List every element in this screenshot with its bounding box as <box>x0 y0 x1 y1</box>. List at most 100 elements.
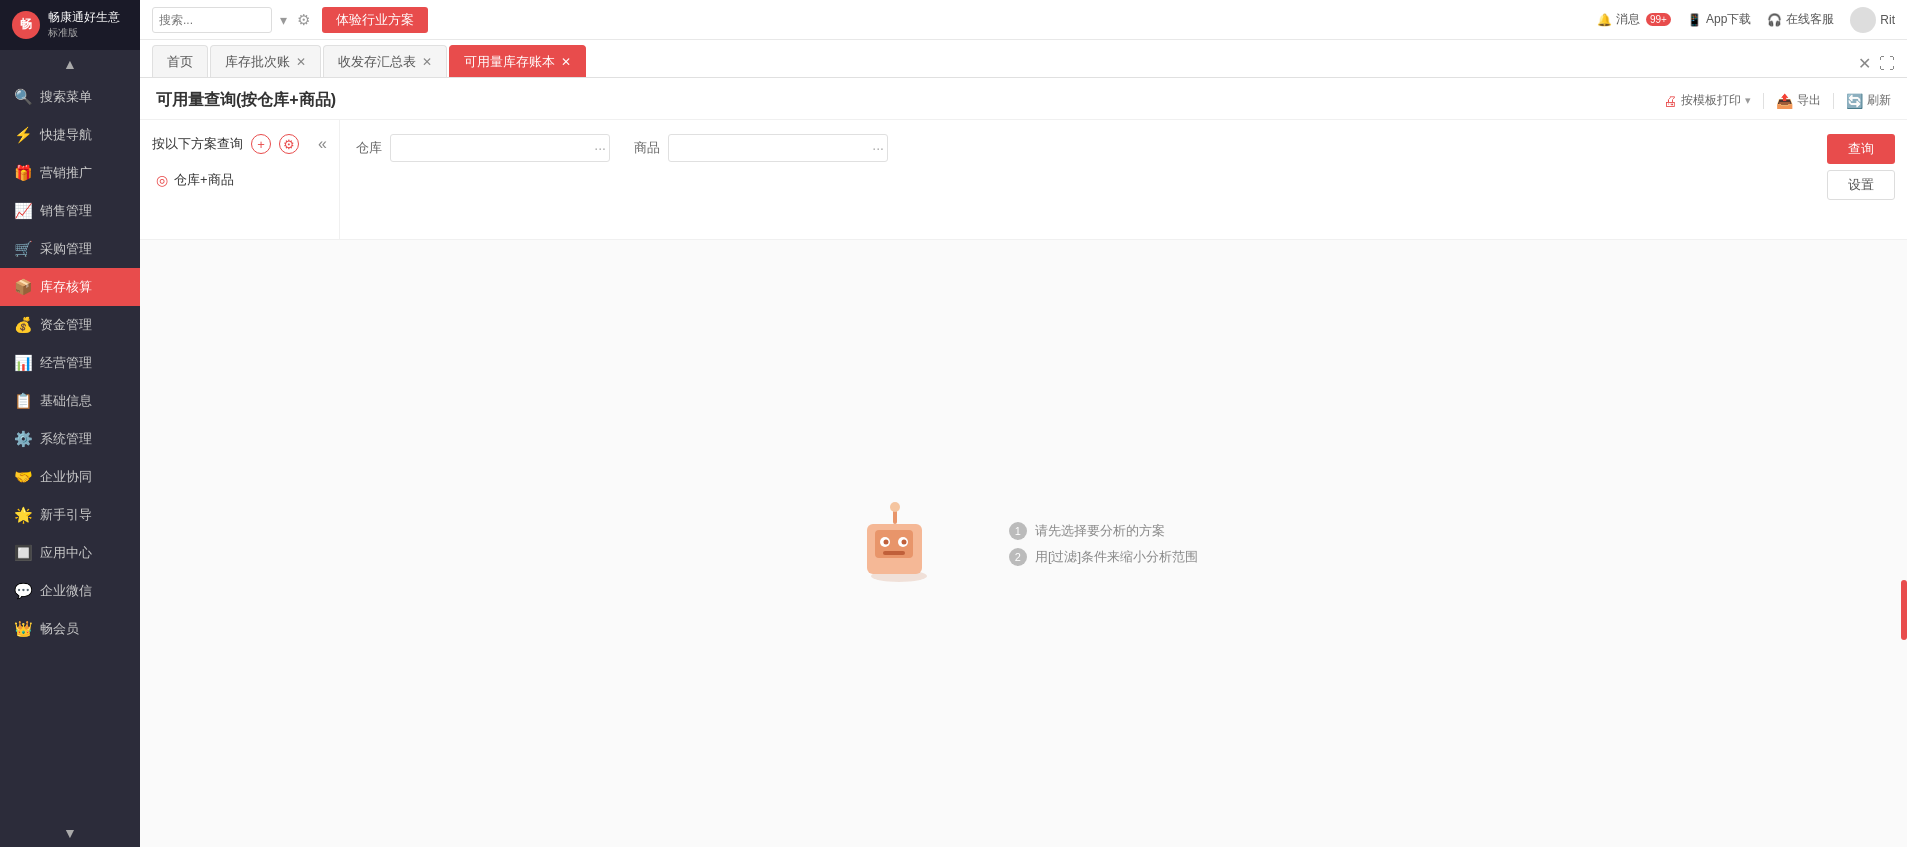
top-bar: ▾ ⚙ 体验行业方案 🔔 消息 99+ 📱 App下载 🎧 在线客服 Rit <box>140 0 1907 40</box>
warehouse-filter-group: 仓库 ··· <box>356 134 610 162</box>
sales-icon: 📈 <box>14 202 32 220</box>
query-button[interactable]: 查询 <box>1827 134 1895 164</box>
sidebar-nav: 🔍 搜索菜单 ⚡ 快捷导航 🎁 营销推广 📈 销售管理 🛒 采购管理 📦 库存核… <box>0 78 140 819</box>
shortcut-icon: ⚡ <box>14 126 32 144</box>
sidebar-item-appcenter[interactable]: 🔲 应用中心 <box>0 534 140 572</box>
sidebar-item-system[interactable]: ⚙️ 系统管理 <box>0 420 140 458</box>
sidebar-item-label: 新手引导 <box>40 506 92 524</box>
app-icon: 🔲 <box>14 544 32 562</box>
scheme-panel-header: 按以下方案查询 + ⚙ « <box>140 130 339 158</box>
page-header: 可用量查询(按仓库+商品) 🖨 按模板打印 ▾ 📤 导出 🔄 刷新 <box>140 78 1907 120</box>
refresh-label: 刷新 <box>1867 92 1891 109</box>
tip-text-2: 用[过滤]条件来缩小分析范围 <box>1035 548 1198 566</box>
message-badge: 99+ <box>1646 13 1671 26</box>
sidebar-item-label: 搜索菜单 <box>40 88 92 106</box>
tab-available-ledger[interactable]: 可用量库存账本 ✕ <box>449 45 586 77</box>
message-label: 消息 <box>1616 11 1640 28</box>
app-download-action[interactable]: 📱 App下载 <box>1687 11 1751 28</box>
sidebar-item-label: 营销推广 <box>40 164 92 182</box>
svg-point-6 <box>901 539 906 544</box>
message-action[interactable]: 🔔 消息 99+ <box>1597 11 1671 28</box>
inventory-icon: 📦 <box>14 278 32 296</box>
warehouse-input[interactable] <box>390 134 610 162</box>
tab-available-label: 可用量库存账本 <box>464 53 555 71</box>
sidebar-item-wechat[interactable]: 💬 企业微信 <box>0 572 140 610</box>
dropdown-icon[interactable]: ▾ <box>280 12 287 28</box>
scrollbar-indicator[interactable] <box>1901 580 1907 640</box>
close-window-icon[interactable]: ✕ <box>1858 54 1871 73</box>
sidebar-item-label: 企业协同 <box>40 468 92 486</box>
sidebar-item-finance[interactable]: 💰 资金管理 <box>0 306 140 344</box>
online-service-action[interactable]: 🎧 在线客服 <box>1767 11 1834 28</box>
tip-num-1: 1 <box>1009 522 1027 540</box>
export-label: 导出 <box>1797 92 1821 109</box>
export-button[interactable]: 📤 导出 <box>1776 92 1821 109</box>
sidebar-item-label: 经营管理 <box>40 354 92 372</box>
warehouse-more-btn[interactable]: ··· <box>594 140 606 156</box>
product-more-btn[interactable]: ··· <box>872 140 884 156</box>
product-filter-group: 商品 ··· <box>634 134 888 162</box>
sidebar-item-inventory[interactable]: 📦 库存核算 <box>0 268 140 306</box>
sidebar-item-enterprise[interactable]: 🤝 企业协同 <box>0 458 140 496</box>
settings-icon[interactable]: ⚙ <box>297 11 310 29</box>
product-input-wrap: ··· <box>668 134 888 162</box>
top-search-input[interactable] <box>152 7 272 33</box>
maximize-icon[interactable]: ⛶ <box>1879 55 1895 73</box>
sidebar-item-sales[interactable]: 📈 销售管理 <box>0 192 140 230</box>
scheme-item-label: 仓库+商品 <box>174 171 234 189</box>
empty-svg <box>849 494 949 584</box>
scheme-item-warehouse-product[interactable]: ◎ 仓库+商品 <box>140 164 339 196</box>
app-info: 畅康通好生意 标准版 <box>48 10 120 40</box>
crown-icon: 👑 <box>14 620 32 638</box>
scheme-title: 按以下方案查询 <box>152 135 243 153</box>
tab-receive-summary[interactable]: 收发存汇总表 ✕ <box>323 45 447 77</box>
settings-button[interactable]: 设置 <box>1827 170 1895 200</box>
trial-button[interactable]: 体验行业方案 <box>322 7 428 33</box>
sidebar-item-operations[interactable]: 📊 经营管理 <box>0 344 140 382</box>
sidebar-item-member[interactable]: 👑 畅会员 <box>0 610 140 648</box>
sidebar-item-shortcut[interactable]: ⚡ 快捷导航 <box>0 116 140 154</box>
scheme-item-icon: ◎ <box>156 172 168 188</box>
sidebar-item-purchase[interactable]: 🛒 采购管理 <box>0 230 140 268</box>
app-name: 畅康通好生意 <box>48 10 120 26</box>
sidebar-item-label: 应用中心 <box>40 544 92 562</box>
sidebar-item-marketing[interactable]: 🎁 营销推广 <box>0 154 140 192</box>
online-service-label: 在线客服 <box>1786 11 1834 28</box>
filter-area: 仓库 ··· 商品 ··· <box>340 120 1815 239</box>
refresh-icon: 🔄 <box>1846 93 1863 109</box>
sidebar-item-basic-info[interactable]: 📋 基础信息 <box>0 382 140 420</box>
tab-bar-right: ✕ ⛶ <box>1858 54 1895 77</box>
user-avatar-action[interactable]: Rit <box>1850 7 1895 33</box>
collapse-button[interactable]: « <box>318 135 327 153</box>
query-section: 按以下方案查询 + ⚙ « ◎ 仓库+商品 仓库 ·· <box>140 120 1907 240</box>
sidebar-scroll-down[interactable]: ▼ <box>0 819 140 847</box>
wechat-icon: 💬 <box>14 582 32 600</box>
tab-batch-account[interactable]: 库存批次账 ✕ <box>210 45 321 77</box>
sidebar-item-newbie[interactable]: 🌟 新手引导 <box>0 496 140 534</box>
svg-rect-8 <box>893 510 897 524</box>
warehouse-input-wrap: ··· <box>390 134 610 162</box>
app-version: 标准版 <box>48 26 120 40</box>
tab-home[interactable]: 首页 <box>152 45 208 77</box>
sidebar-scroll-up[interactable]: ▲ <box>0 50 140 78</box>
empty-tip-2: 2 用[过滤]条件来缩小分析范围 <box>1009 548 1198 566</box>
product-label: 商品 <box>634 139 660 157</box>
sidebar-item-search[interactable]: 🔍 搜索菜单 <box>0 78 140 116</box>
tab-batch-close[interactable]: ✕ <box>296 55 306 69</box>
config-scheme-button[interactable]: ⚙ <box>279 134 299 154</box>
sidebar-item-label: 快捷导航 <box>40 126 92 144</box>
empty-tip-1: 1 请先选择要分析的方案 <box>1009 522 1198 540</box>
info-icon: 📋 <box>14 392 32 410</box>
tab-receive-close[interactable]: ✕ <box>422 55 432 69</box>
add-scheme-button[interactable]: + <box>251 134 271 154</box>
headset-icon: 🎧 <box>1767 13 1782 27</box>
refresh-button[interactable]: 🔄 刷新 <box>1846 92 1891 109</box>
star-icon: 🌟 <box>14 506 32 524</box>
print-button[interactable]: 🖨 按模板打印 ▾ <box>1663 92 1751 109</box>
product-input[interactable] <box>668 134 888 162</box>
svg-point-5 <box>883 539 888 544</box>
tip-text-1: 请先选择要分析的方案 <box>1035 522 1165 540</box>
tip-num-2: 2 <box>1009 548 1027 566</box>
print-dropdown-icon[interactable]: ▾ <box>1745 94 1751 107</box>
tab-available-close[interactable]: ✕ <box>561 55 571 69</box>
